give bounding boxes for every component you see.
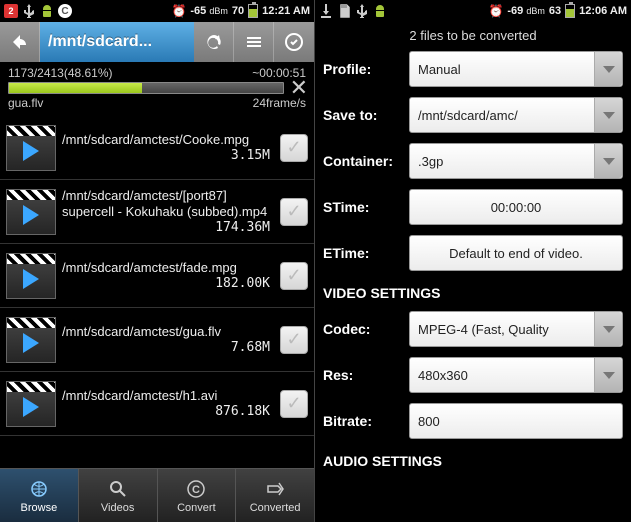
- app-icon: C: [58, 4, 72, 18]
- tab-label: Converted: [250, 502, 301, 514]
- convert-settings-pane: ⏰ -69 dBm 63 12:06 AM 2 files to be conv…: [315, 0, 631, 522]
- status-bar-left: 2 C ⏰ -65 dBm 70 12:21 AM: [0, 0, 314, 22]
- settings-form: Profile: Manual Save to: /mnt/sdcard/amc…: [315, 51, 631, 469]
- etime-label: ETime:: [323, 245, 401, 261]
- tab-label: Convert: [177, 502, 216, 514]
- progress-count: 1173/2413(48.61%): [8, 66, 113, 80]
- saveto-select[interactable]: /mnt/sdcard/amc/: [409, 97, 623, 133]
- progress-area: 1173/2413(48.61%) ~00:00:51 ✕ gua.flv 24…: [0, 62, 314, 116]
- battery-pct: 63: [549, 5, 561, 17]
- res-label: Res:: [323, 367, 401, 383]
- battery-icon: [565, 4, 575, 18]
- tab-videos[interactable]: Videos: [79, 469, 158, 522]
- container-select[interactable]: .3gp: [409, 143, 623, 179]
- convert-icon: C: [185, 478, 207, 500]
- video-thumb-icon: [6, 317, 56, 363]
- bitrate-label: Bitrate:: [323, 413, 401, 429]
- progress-rate: 24frame/s: [253, 96, 306, 110]
- sd-icon: [337, 4, 351, 18]
- search-icon: [107, 478, 129, 500]
- path-display[interactable]: /mnt/sdcard...: [40, 22, 194, 62]
- list-item[interactable]: /mnt/sdcard/amctest/gua.flv 7.68M ✓: [0, 308, 314, 372]
- list-item[interactable]: /mnt/sdcard/amctest/h1.avi 876.18K ✓: [0, 372, 314, 436]
- file-path: /mnt/sdcard/amctest/h1.avi: [62, 388, 274, 404]
- status-bar-right: ⏰ -69 dBm 63 12:06 AM: [315, 0, 631, 22]
- battery-icon: [248, 4, 258, 18]
- svg-text:C: C: [192, 484, 200, 496]
- tab-browse[interactable]: Browse: [0, 469, 79, 522]
- file-path: /mnt/sdcard/amctest/[port87] supercell -…: [62, 188, 274, 221]
- file-size: 182.00K: [62, 276, 274, 291]
- file-size: 3.15M: [62, 148, 274, 163]
- codec-select[interactable]: MPEG-4 (Fast, Quality: [409, 311, 623, 347]
- profile-label: Profile:: [323, 61, 401, 77]
- android-icon: [40, 4, 54, 18]
- video-thumb-icon: [6, 125, 56, 171]
- back-button[interactable]: [0, 22, 40, 62]
- battery-pct: 70: [232, 5, 244, 17]
- file-checkbox[interactable]: ✓: [280, 262, 308, 290]
- stime-input[interactable]: 00:00:00: [409, 189, 623, 225]
- file-checkbox[interactable]: ✓: [280, 134, 308, 162]
- list-item[interactable]: /mnt/sdcard/amctest/Cooke.mpg 3.15M ✓: [0, 116, 314, 180]
- res-select[interactable]: 480x360: [409, 357, 623, 393]
- browse-icon: [28, 478, 50, 500]
- file-size: 876.18K: [62, 404, 274, 419]
- usb-icon: [355, 4, 369, 18]
- notif-badge-icon: 2: [4, 4, 18, 18]
- android-icon: [373, 4, 387, 18]
- bottom-tabs: Browse Videos C Convert Converted: [0, 468, 314, 522]
- clock: 12:21 AM: [262, 5, 310, 17]
- file-path: /mnt/sdcard/amctest/Cooke.mpg: [62, 132, 274, 148]
- chevron-down-icon: [594, 312, 622, 346]
- browse-pane: 2 C ⏰ -65 dBm 70 12:21 AM /mnt/sdcard...: [0, 0, 315, 522]
- clock: 12:06 AM: [579, 5, 627, 17]
- tab-label: Browse: [21, 502, 58, 514]
- usb-icon: [22, 4, 36, 18]
- tag-button[interactable]: [274, 22, 314, 62]
- profile-select[interactable]: Manual: [409, 51, 623, 87]
- saveto-label: Save to:: [323, 107, 401, 123]
- chevron-down-icon: [594, 98, 622, 132]
- chevron-down-icon: [594, 144, 622, 178]
- chevron-down-icon: [594, 358, 622, 392]
- tab-label: Videos: [101, 502, 134, 514]
- tab-convert[interactable]: C Convert: [158, 469, 237, 522]
- etime-input[interactable]: Default to end of video.: [409, 235, 623, 271]
- signal-dbm: -69 dBm: [507, 5, 544, 17]
- progress-file: gua.flv: [8, 96, 43, 110]
- file-path: /mnt/sdcard/amctest/gua.flv: [62, 324, 274, 340]
- progress-bar: [8, 82, 284, 94]
- menu-button[interactable]: [234, 22, 274, 62]
- list-item[interactable]: /mnt/sdcard/amctest/[port87] supercell -…: [0, 180, 314, 244]
- alarm-icon: ⏰: [172, 4, 186, 18]
- audio-settings-header: AUDIO SETTINGS: [323, 449, 623, 469]
- refresh-button[interactable]: [194, 22, 234, 62]
- video-settings-header: VIDEO SETTINGS: [323, 281, 623, 301]
- toolbar: /mnt/sdcard...: [0, 22, 314, 62]
- alarm-icon: ⏰: [489, 4, 503, 18]
- converted-icon: [264, 478, 286, 500]
- file-list[interactable]: /mnt/sdcard/amctest/Cooke.mpg 3.15M ✓ /m…: [0, 116, 314, 468]
- list-item[interactable]: /mnt/sdcard/amctest/fade.mpg 182.00K ✓: [0, 244, 314, 308]
- download-icon: [319, 4, 333, 18]
- tab-converted[interactable]: Converted: [236, 469, 314, 522]
- video-thumb-icon: [6, 253, 56, 299]
- file-checkbox[interactable]: ✓: [280, 198, 308, 226]
- convert-header: 2 files to be converted: [315, 22, 631, 51]
- codec-label: Codec:: [323, 321, 401, 337]
- video-thumb-icon: [6, 189, 56, 235]
- chevron-down-icon: [594, 52, 622, 86]
- file-path: /mnt/sdcard/amctest/fade.mpg: [62, 260, 274, 276]
- signal-dbm: -65 dBm: [190, 5, 227, 17]
- container-label: Container:: [323, 153, 401, 169]
- video-thumb-icon: [6, 381, 56, 427]
- bitrate-input[interactable]: 800: [409, 403, 623, 439]
- file-size: 7.68M: [62, 340, 274, 355]
- file-checkbox[interactable]: ✓: [280, 390, 308, 418]
- file-checkbox[interactable]: ✓: [280, 326, 308, 354]
- stime-label: STime:: [323, 199, 401, 215]
- file-size: 174.36M: [62, 220, 274, 235]
- cancel-icon[interactable]: ✕: [290, 82, 308, 94]
